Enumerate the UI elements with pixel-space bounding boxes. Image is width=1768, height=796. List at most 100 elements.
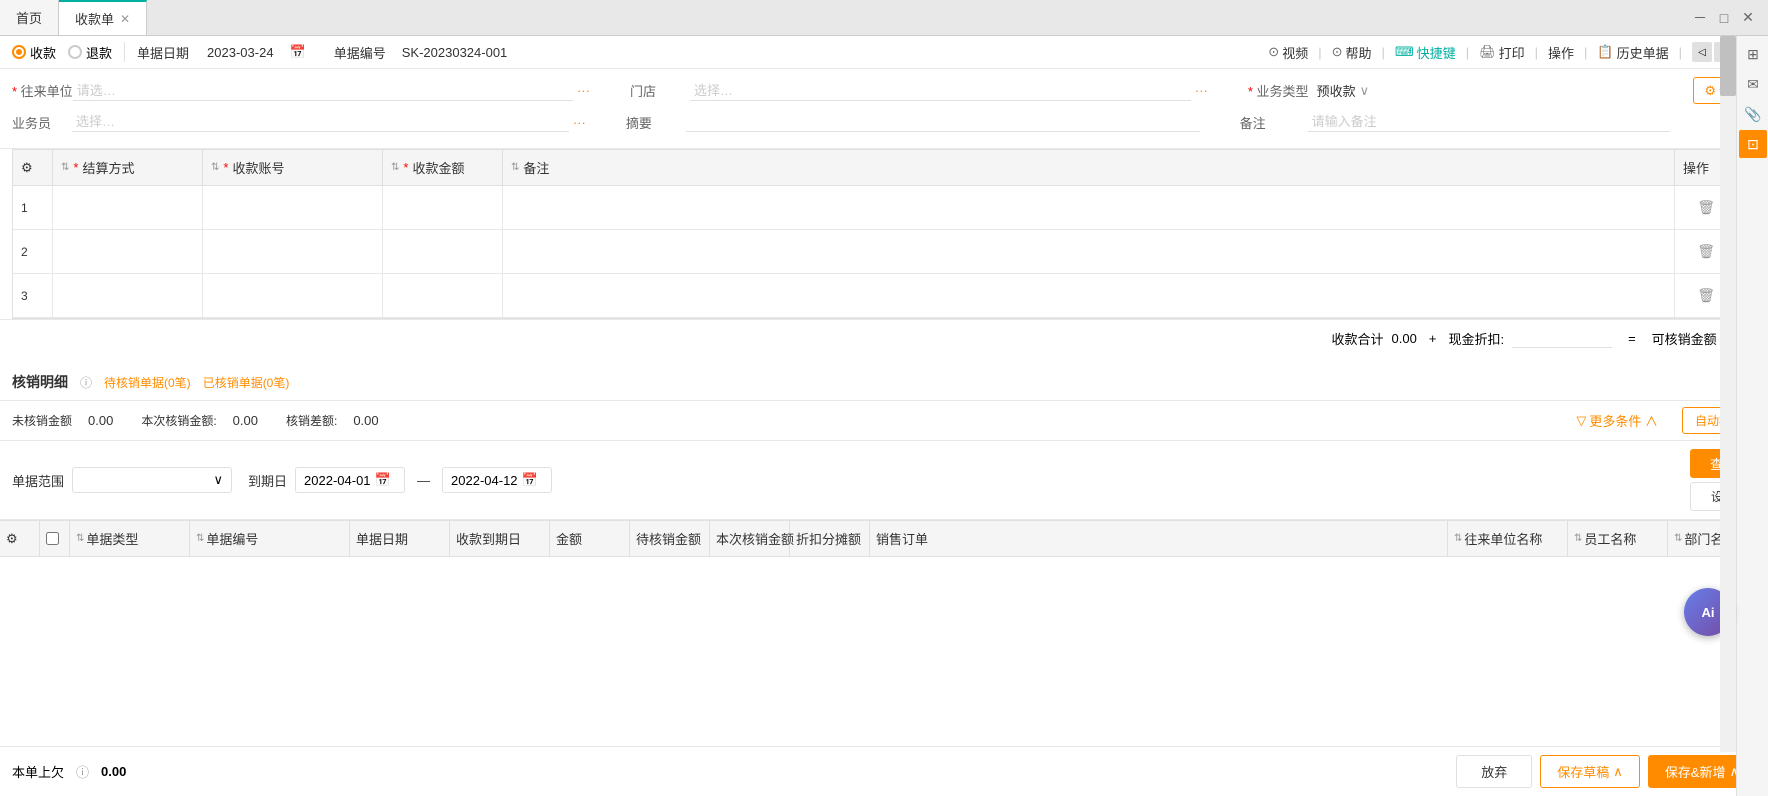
store-more-icon[interactable]: ··· (1195, 83, 1208, 98)
bottom-stat-label: 本单上欠 (12, 762, 64, 781)
close-button[interactable]: ✕ (1740, 10, 1756, 26)
calendar-icon-to[interactable]: 📅 (522, 472, 538, 488)
receipt-type-radio-group: 收款 退款 (12, 43, 112, 62)
delete-icon-1[interactable]: 🗑 (1697, 199, 1715, 216)
minimize-button[interactable]: － (1692, 10, 1708, 26)
current-writeoff-value: 0.00 (233, 413, 258, 428)
wo-th-settings[interactable]: ⚙ (0, 521, 40, 556)
td-amount-3[interactable] (383, 274, 503, 317)
date-separator: — (413, 473, 434, 488)
layout-icon-left[interactable]: ◁ (1692, 42, 1712, 62)
info-icon[interactable]: ⓘ (80, 374, 92, 391)
toolbar-row: 收款 退款 单据日期 2023-03-24 📅 单据编号 SK-20230324… (0, 36, 1768, 69)
ai-badge-label: Ai (1702, 605, 1715, 620)
video-action[interactable]: ⊙ 视频 (1268, 43, 1308, 62)
print-action[interactable]: 🖨 打印 (1479, 43, 1525, 62)
discount-input[interactable] (1512, 328, 1612, 348)
business-type-arrow-icon[interactable]: ∨ (1360, 83, 1370, 99)
td-settlement-2[interactable] (53, 230, 203, 273)
scroll-thumb[interactable] (1720, 36, 1736, 96)
refund-radio[interactable]: 退款 (68, 43, 112, 62)
business-type-value: 预收款 (1317, 81, 1356, 100)
tab-receipt[interactable]: 收款单 ✕ (59, 0, 147, 35)
wo-th-counterparty: ⇅ 往来单位名称 (1448, 521, 1568, 556)
td-num-3: 3 (13, 274, 53, 317)
th-settings[interactable]: ⚙ (13, 150, 53, 185)
bill-date-value[interactable]: 2023-03-24 (207, 45, 274, 60)
th-account-label: 收款账号 (232, 158, 284, 177)
tab-close-icon[interactable]: ✕ (120, 12, 130, 26)
store-input[interactable] (690, 81, 1191, 101)
remark-input[interactable] (1308, 112, 1670, 132)
delete-icon-3[interactable]: 🗑 (1697, 287, 1715, 304)
sidebar-email-icon[interactable]: ✉ (1739, 70, 1767, 98)
wo-bill-type-label: 单据类型 (86, 529, 138, 548)
scrollbar[interactable] (1720, 36, 1736, 752)
td-remark-1[interactable] (503, 186, 1675, 229)
bottom-bar: 本单上欠 ⓘ 0.00 放弃 保存草稿 ∧ 保存&新增 ∧ (0, 746, 1768, 796)
td-account-1[interactable] (203, 186, 383, 229)
td-amount-2[interactable] (383, 230, 503, 273)
done-tab-link[interactable]: 已核销单据(0笔) (203, 374, 290, 391)
staff-more-icon[interactable]: ··· (573, 115, 586, 130)
date-from-input[interactable]: 2022-04-01 📅 (295, 467, 405, 493)
pending-tab-link[interactable]: 待核销单据(0笔) (104, 374, 191, 391)
summary-input[interactable] (686, 112, 1200, 132)
td-remark-3[interactable] (503, 274, 1675, 317)
store-label: 门店 (630, 81, 690, 100)
receive-radio[interactable]: 收款 (12, 43, 56, 62)
total-label: 收款合计 (1332, 329, 1384, 348)
th-amount-label: 收款金额 (412, 158, 464, 177)
sidebar-clip-icon[interactable]: 📎 (1739, 100, 1767, 128)
bottom-stat-value: 0.00 (101, 764, 126, 779)
calendar-icon-from[interactable]: 📅 (375, 472, 391, 488)
wo-th-staff: ⇅ 员工名称 (1568, 521, 1668, 556)
td-remark-2[interactable] (503, 230, 1675, 273)
th-settlement-label: 结算方式 (82, 158, 134, 177)
tab-home[interactable]: 首页 (0, 0, 59, 35)
sidebar-table-icon[interactable]: ⊞ (1739, 40, 1767, 68)
total-value: 0.00 (1392, 331, 1417, 346)
td-account-2[interactable] (203, 230, 383, 273)
delete-icon-2[interactable]: 🗑 (1697, 243, 1715, 260)
business-type-label: 业务类型 (1248, 81, 1309, 100)
shortcut-action[interactable]: ⌨ 快捷键 (1395, 43, 1456, 62)
td-settlement-3[interactable] (53, 274, 203, 317)
wo-th-checkbox[interactable] (40, 521, 70, 556)
select-all-checkbox[interactable] (46, 532, 59, 545)
keyboard-icon: ⌨ (1395, 44, 1414, 60)
operation-action[interactable]: 操作 (1548, 43, 1574, 62)
right-sidebar: ⊞ ✉ 📎 ⊡ (1736, 36, 1768, 796)
bill-date-calendar-icon[interactable]: 📅 (290, 44, 306, 60)
maximize-button[interactable]: □ (1716, 10, 1732, 26)
history-icon: 📋 (1597, 44, 1613, 60)
range-filter: 单据范围 ∨ (12, 467, 232, 493)
save-draft-button[interactable]: 保存草稿 ∧ (1540, 755, 1640, 788)
wo-th-pending-amount: 待核销金额 (630, 521, 710, 556)
wo-sort-5: ⇅ (1674, 533, 1682, 544)
circle-icon: ⊙ (1268, 44, 1279, 60)
unverified-label: 未核销金额 (12, 412, 72, 429)
sidebar-frame-icon[interactable]: ⊡ (1739, 130, 1767, 158)
td-account-3[interactable] (203, 274, 383, 317)
range-select[interactable]: ∨ (72, 467, 232, 493)
help-action[interactable]: ⊙ 帮助 (1332, 43, 1372, 62)
form-area: 往来单位 ··· 门店 ··· 业务类型 预收款 ∨ ⚙ 设置 (0, 69, 1768, 149)
wo-settings-icon: ⚙ (6, 531, 18, 547)
bottom-actions: 放弃 保存草稿 ∧ 保存&新增 ∧ (1456, 755, 1756, 788)
help-icon: ⊙ (1332, 44, 1343, 60)
staff-input[interactable] (72, 112, 569, 132)
td-num-1: 1 (13, 186, 53, 229)
history-action[interactable]: 📋 历史单据 (1597, 43, 1668, 62)
info-icon-bottom[interactable]: ⓘ (76, 762, 89, 781)
th-settlement: ⇅ * 结算方式 (53, 150, 203, 185)
more-conditions-button[interactable]: ▽ 更多条件 ∧ (1576, 411, 1658, 430)
counterparty-more-icon[interactable]: ··· (577, 83, 590, 98)
td-amount-1[interactable] (383, 186, 503, 229)
counterparty-input[interactable] (73, 81, 573, 101)
abandon-button[interactable]: 放弃 (1456, 755, 1532, 788)
td-settlement-1[interactable] (53, 186, 203, 229)
bill-date-label: 单据日期 (137, 43, 189, 62)
date-to-input[interactable]: 2022-04-12 📅 (442, 467, 552, 493)
th-settings-icon: ⚙ (21, 160, 33, 176)
